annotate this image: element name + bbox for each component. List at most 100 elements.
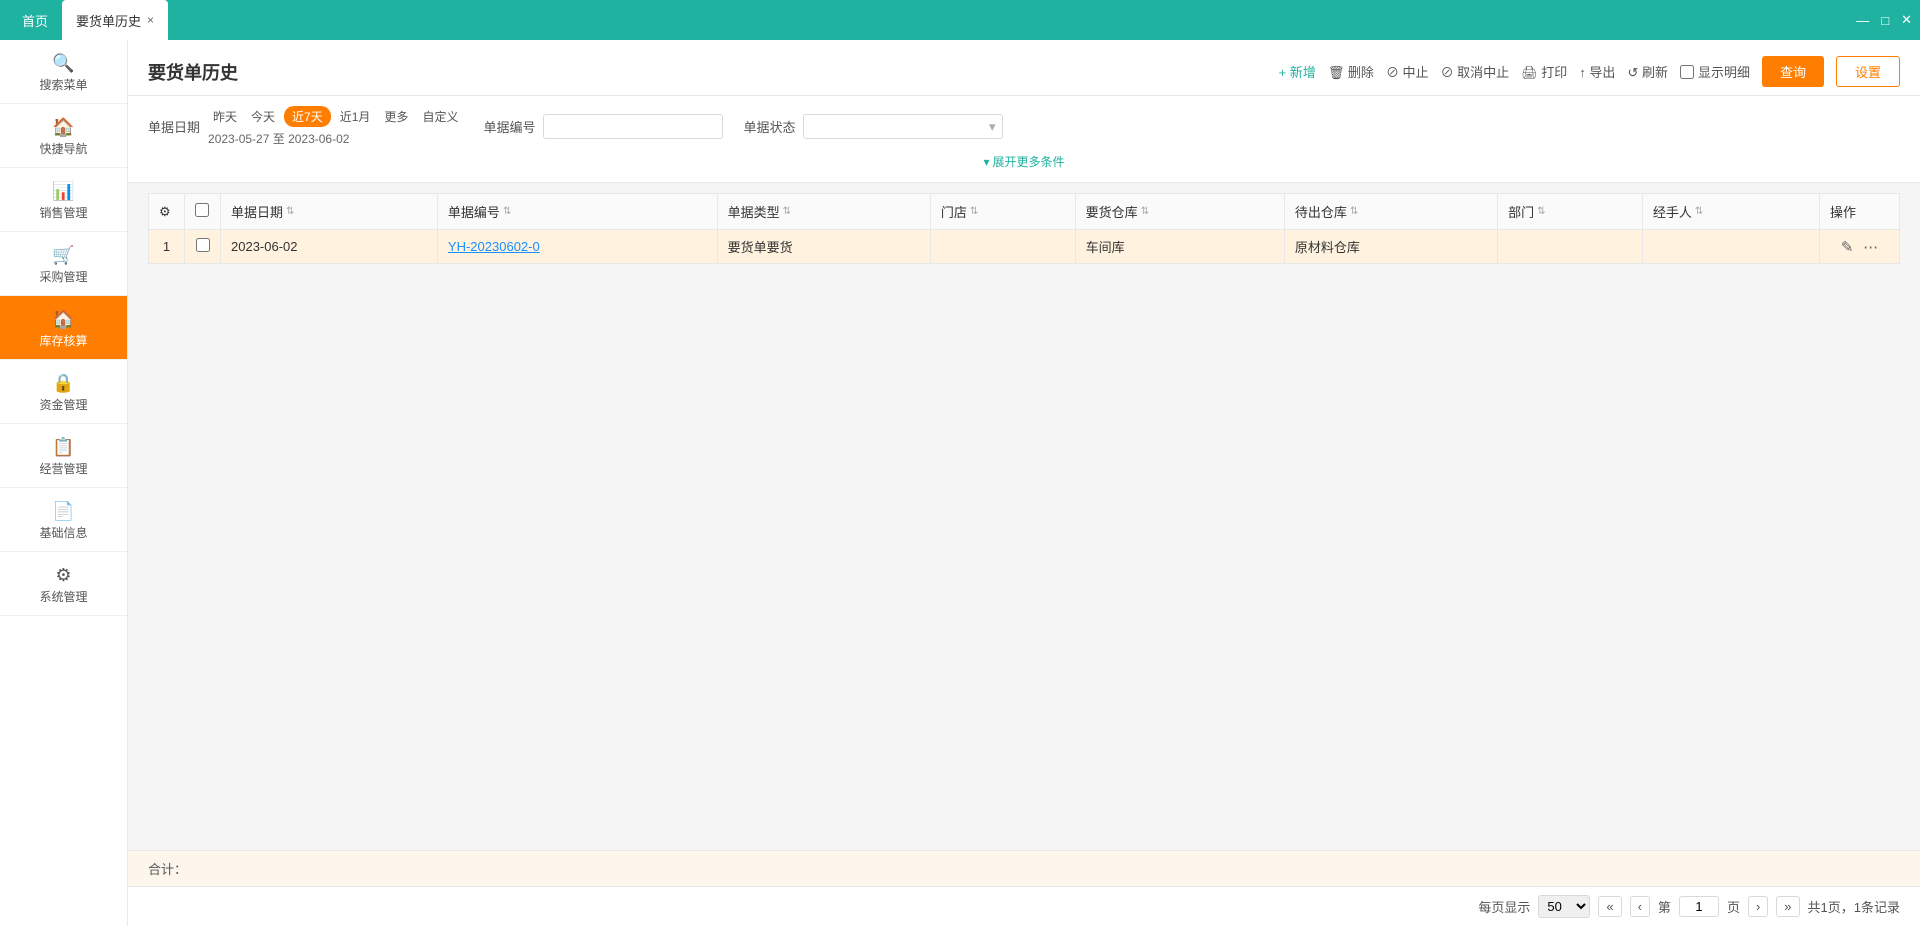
date-filter-label: 单据日期 xyxy=(148,117,200,136)
edit-op-icon[interactable]: ✎ xyxy=(1838,239,1857,256)
expand-more-label: 展开更多条件 xyxy=(993,153,1065,170)
content-area: 要货单历史 + 新增 🗑 删除 ⊘ 中止 ⊘ 取消中止 🖨 打印 ↑ 导出 ↺ … xyxy=(128,40,1920,926)
refresh-button[interactable]: ↺ 刷新 xyxy=(1627,62,1668,81)
sidebar-item-finance-mgmt[interactable]: 🔒 资金管理 xyxy=(0,360,127,424)
row-checkbox[interactable] xyxy=(196,238,210,252)
date-filter-group: 单据日期 昨天 今天 近7天 近1月 更多 自定义 2023-05-27 至 2… xyxy=(148,106,463,147)
sidebar-item-inventory[interactable]: 🏠 库存核算 xyxy=(0,296,127,360)
date-btn-yesterday[interactable]: 昨天 xyxy=(208,106,242,127)
th-handler: 经手人 ⇅ xyxy=(1642,194,1819,230)
handler-sort-icon[interactable]: ⇅ xyxy=(1695,206,1703,217)
td-req-warehouse: 车间库 xyxy=(1075,230,1284,264)
expand-more-button[interactable]: ▾ 展开更多条件 xyxy=(983,153,1064,170)
th-date: 单据日期 ⇅ xyxy=(221,194,438,230)
main-layout: 🔍 搜索菜单 🏠 快捷导航 📊 销售管理 🛒 采购管理 🏠 库存核算 🔒 资金管… xyxy=(0,40,1920,926)
docno-filter-label: 单据编号 xyxy=(483,117,535,136)
date-btn-7days[interactable]: 近7天 xyxy=(284,106,331,127)
new-button[interactable]: + 新增 xyxy=(1279,62,1316,81)
last-page-btn[interactable]: » xyxy=(1776,896,1799,917)
expand-more-icon: ▾ xyxy=(983,155,989,169)
purchase-mgmt-icon: 🛒 xyxy=(52,246,74,264)
sidebar-item-system-mgmt[interactable]: ⚙ 系统管理 xyxy=(0,552,127,616)
pending-warehouse-sort-icon[interactable]: ⇅ xyxy=(1350,206,1358,217)
req-warehouse-sort-icon[interactable]: ⇅ xyxy=(1141,206,1149,217)
table-row: 1 2023-06-02 YH-20230602-0 要货单要货 车间库 原材料… xyxy=(149,230,1900,264)
td-dept xyxy=(1498,230,1643,264)
page-input[interactable] xyxy=(1679,896,1719,917)
sidebar-item-search-menu[interactable]: 🔍 搜索菜单 xyxy=(0,40,127,104)
sidebar-item-label: 销售管理 xyxy=(39,204,87,221)
inventory-icon: 🏠 xyxy=(52,310,74,328)
no-sort-icon[interactable]: ⇅ xyxy=(503,206,511,217)
th-type-label: 单据类型 xyxy=(728,202,780,221)
status-select-wrap: ▾ xyxy=(803,114,1003,139)
type-sort-icon[interactable]: ⇅ xyxy=(783,206,791,217)
sidebar-item-operations-mgmt[interactable]: 📋 经营管理 xyxy=(0,424,127,488)
dept-sort-icon[interactable]: ⇅ xyxy=(1537,206,1545,217)
status-filter-label: 单据状态 xyxy=(743,117,795,136)
store-sort-icon[interactable]: ⇅ xyxy=(970,206,978,217)
select-all-checkbox[interactable] xyxy=(195,203,209,217)
th-checkbox xyxy=(185,194,221,230)
sidebar: 🔍 搜索菜单 🏠 快捷导航 📊 销售管理 🛒 采购管理 🏠 库存核算 🔒 资金管… xyxy=(0,40,128,926)
td-no[interactable]: YH-20230602-0 xyxy=(437,230,717,264)
th-no-label: 单据编号 xyxy=(448,202,500,221)
date-btn-more[interactable]: 更多 xyxy=(379,106,413,127)
top-nav-right: — □ ✕ xyxy=(1856,12,1912,28)
summary-bar: 合计： xyxy=(128,850,1920,886)
sidebar-item-label: 基础信息 xyxy=(39,524,87,541)
sidebar-item-label: 经营管理 xyxy=(39,460,87,477)
expand-more-area: ▾ 展开更多条件 xyxy=(148,147,1900,172)
query-button[interactable]: 查询 xyxy=(1762,56,1824,87)
settings-icon[interactable]: ⚙ xyxy=(159,204,171,219)
first-page-btn[interactable]: « xyxy=(1598,896,1621,917)
filter-row: 单据日期 昨天 今天 近7天 近1月 更多 自定义 2023-05-27 至 2… xyxy=(148,106,1900,147)
status-select[interactable] xyxy=(803,114,1003,139)
per-page-select[interactable]: 20 50 100 xyxy=(1538,895,1590,918)
docno-input[interactable] xyxy=(543,114,723,139)
cancel-stop-button[interactable]: ⊘ 取消中止 xyxy=(1441,62,1510,81)
sidebar-item-purchase-mgmt[interactable]: 🛒 采购管理 xyxy=(0,232,127,296)
th-store-label: 门店 xyxy=(941,202,967,221)
date-btn-today[interactable]: 今天 xyxy=(246,106,280,127)
th-handler-label: 经手人 xyxy=(1653,202,1692,221)
set-button[interactable]: 设置 xyxy=(1836,56,1900,87)
date-btn-custom[interactable]: 自定义 xyxy=(417,106,463,127)
window-maximize-btn[interactable]: □ xyxy=(1881,13,1889,28)
show-detail-label: 显示明细 xyxy=(1698,62,1750,81)
sidebar-item-basic-info[interactable]: 📄 基础信息 xyxy=(0,488,127,552)
tab-close-btn[interactable]: × xyxy=(147,13,154,27)
sidebar-item-label: 搜索菜单 xyxy=(39,76,87,93)
td-store xyxy=(930,230,1075,264)
date-sort-icon[interactable]: ⇅ xyxy=(286,206,294,217)
show-detail-checkbox[interactable] xyxy=(1680,65,1694,79)
th-req-warehouse-label: 要货仓库 xyxy=(1086,202,1138,221)
th-settings: ⚙ xyxy=(149,194,185,230)
sidebar-item-quick-nav[interactable]: 🏠 快捷导航 xyxy=(0,104,127,168)
tab-label: 要货单历史 xyxy=(76,11,141,30)
operations-mgmt-icon: 📋 xyxy=(52,438,74,456)
th-dept: 部门 ⇅ xyxy=(1498,194,1643,230)
prev-page-btn[interactable]: ‹ xyxy=(1630,896,1650,917)
date-range-display: 2023-05-27 至 2023-06-02 xyxy=(208,130,463,147)
window-close-btn[interactable]: ✕ xyxy=(1901,12,1912,28)
date-btn-1month[interactable]: 近1月 xyxy=(335,106,376,127)
sales-mgmt-icon: 📊 xyxy=(52,182,74,200)
td-ops: ✎ ⋯ xyxy=(1820,230,1900,264)
total-info: 共1页，1条记录 xyxy=(1808,897,1900,916)
summary-label: 合计： xyxy=(148,859,187,878)
window-minimize-btn[interactable]: — xyxy=(1856,13,1869,28)
th-pending-warehouse: 待出仓库 ⇅ xyxy=(1284,194,1497,230)
sidebar-item-sales-mgmt[interactable]: 📊 销售管理 xyxy=(0,168,127,232)
next-page-btn[interactable]: › xyxy=(1748,896,1768,917)
delete-button[interactable]: 🗑 删除 xyxy=(1328,62,1374,81)
top-nav: 首页 要货单历史 × — □ ✕ xyxy=(0,0,1920,40)
finance-mgmt-icon: 🔒 xyxy=(52,374,74,392)
print-button[interactable]: 🖨 打印 xyxy=(1521,62,1567,81)
more-op-icon[interactable]: ⋯ xyxy=(1860,239,1881,256)
stop-button[interactable]: ⊘ 中止 xyxy=(1386,62,1429,81)
export-button[interactable]: ↑ 导出 xyxy=(1579,62,1615,81)
active-tab[interactable]: 要货单历史 × xyxy=(62,0,168,40)
home-tab[interactable]: 首页 xyxy=(8,0,62,40)
sidebar-item-label: 采购管理 xyxy=(39,268,87,285)
